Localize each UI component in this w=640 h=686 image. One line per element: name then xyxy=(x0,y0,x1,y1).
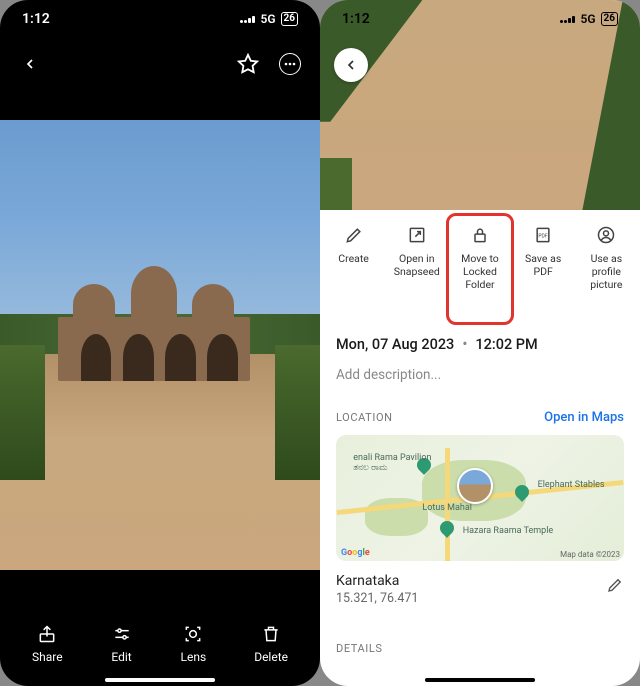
back-button[interactable] xyxy=(16,50,44,78)
pencil-icon xyxy=(343,224,365,246)
lens-icon xyxy=(182,623,204,645)
pdf-icon: PDF xyxy=(532,224,554,246)
open-external-icon xyxy=(406,224,428,246)
delete-label: Delete xyxy=(254,650,288,664)
map-poi: Elephant Stables xyxy=(538,480,605,490)
lens-button[interactable]: Lens xyxy=(181,623,207,664)
map-thumbnail[interactable]: enali Rama Pavilionತನಲ ರಾಮ Elephant Stab… xyxy=(336,435,624,561)
network-label: 5G xyxy=(260,12,275,26)
trash-icon xyxy=(260,623,282,645)
pdf-label: Save as PDF xyxy=(514,252,572,278)
status-right: 5G 26 xyxy=(560,12,618,26)
signal-icon xyxy=(560,16,575,23)
more-icon xyxy=(279,53,301,75)
status-bar: 1:12 5G 26 xyxy=(320,0,640,38)
back-button[interactable] xyxy=(334,48,368,82)
signal-icon xyxy=(240,16,255,23)
battery-icon: 26 xyxy=(281,12,298,26)
photo-info-screen: 1:12 5G 26 Create Open in Snapseed Move xyxy=(320,0,640,686)
status-time: 1:12 xyxy=(342,11,370,27)
home-indicator[interactable] xyxy=(425,678,535,682)
location-heading: LOCATION xyxy=(336,411,393,424)
favorite-star-button[interactable] xyxy=(234,50,262,78)
edit-button[interactable]: Edit xyxy=(111,623,133,664)
share-label: Share xyxy=(32,650,63,664)
profile-label: Use as profile picture xyxy=(577,252,635,291)
photo-date: Mon, 07 Aug 2023 xyxy=(336,336,454,353)
map-poi: Hazara Raama Temple xyxy=(463,526,553,536)
meta-section: Mon, 07 Aug 2023 • 12:02 PM Add descript… xyxy=(336,336,624,383)
map-pin-icon xyxy=(437,518,457,538)
share-icon xyxy=(36,623,58,645)
status-time: 1:12 xyxy=(22,11,50,27)
save-pdf-action[interactable]: PDF Save as PDF xyxy=(514,224,572,291)
share-button[interactable]: Share xyxy=(32,623,63,664)
edit-location-button[interactable] xyxy=(606,576,624,594)
location-section: LOCATION Open in Maps enali Rama Pavilio… xyxy=(336,410,624,606)
viewer-toolbar: Share Edit Lens Delete xyxy=(0,617,320,670)
status-bar: 1:12 5G 26 xyxy=(0,0,320,38)
snapseed-label: Open in Snapseed xyxy=(388,252,446,278)
profile-picture-action[interactable]: Use as profile picture xyxy=(577,224,635,291)
lens-label: Lens xyxy=(181,650,207,664)
chevron-left-icon xyxy=(343,57,359,73)
details-heading: DETAILS xyxy=(336,642,383,655)
separator-dot: • xyxy=(462,336,467,353)
pencil-icon xyxy=(606,576,624,594)
map-photo-marker xyxy=(457,468,493,504)
delete-button[interactable]: Delete xyxy=(254,623,288,664)
photo-viewer-screen: 1:12 5G 26 xyxy=(0,0,320,686)
main-photo[interactable] xyxy=(0,120,320,570)
status-right: 5G 26 xyxy=(240,12,298,26)
tutorial-highlight xyxy=(446,213,514,325)
place-name: Karnataka xyxy=(336,573,418,589)
description-input[interactable]: Add description... xyxy=(336,367,624,383)
home-indicator[interactable] xyxy=(105,678,215,682)
create-label: Create xyxy=(338,252,369,265)
battery-icon: 26 xyxy=(601,12,618,26)
edit-sliders-icon xyxy=(111,623,133,645)
create-action[interactable]: Create xyxy=(325,224,383,291)
place-coordinates: 15.321, 76.471 xyxy=(336,591,418,606)
date-time-row[interactable]: Mon, 07 Aug 2023 • 12:02 PM xyxy=(336,336,624,353)
person-circle-icon xyxy=(595,224,617,246)
network-label: 5G xyxy=(580,12,595,26)
google-logo: Google xyxy=(341,548,370,558)
open-snapseed-action[interactable]: Open in Snapseed xyxy=(388,224,446,291)
map-poi: Lotus Mahal xyxy=(422,503,472,513)
edit-label: Edit xyxy=(111,650,131,664)
map-poi-sub: ತನಲ ರಾಮ xyxy=(353,463,387,473)
viewer-top-bar xyxy=(0,44,320,84)
more-options-button[interactable] xyxy=(276,50,304,78)
map-poi: enali Rama Pavilion xyxy=(353,453,431,463)
open-in-maps-link[interactable]: Open in Maps xyxy=(544,410,624,425)
map-credit: Map data ©2023 xyxy=(560,550,620,559)
svg-text:PDF: PDF xyxy=(539,234,548,240)
photo-time: 12:02 PM xyxy=(475,336,537,353)
